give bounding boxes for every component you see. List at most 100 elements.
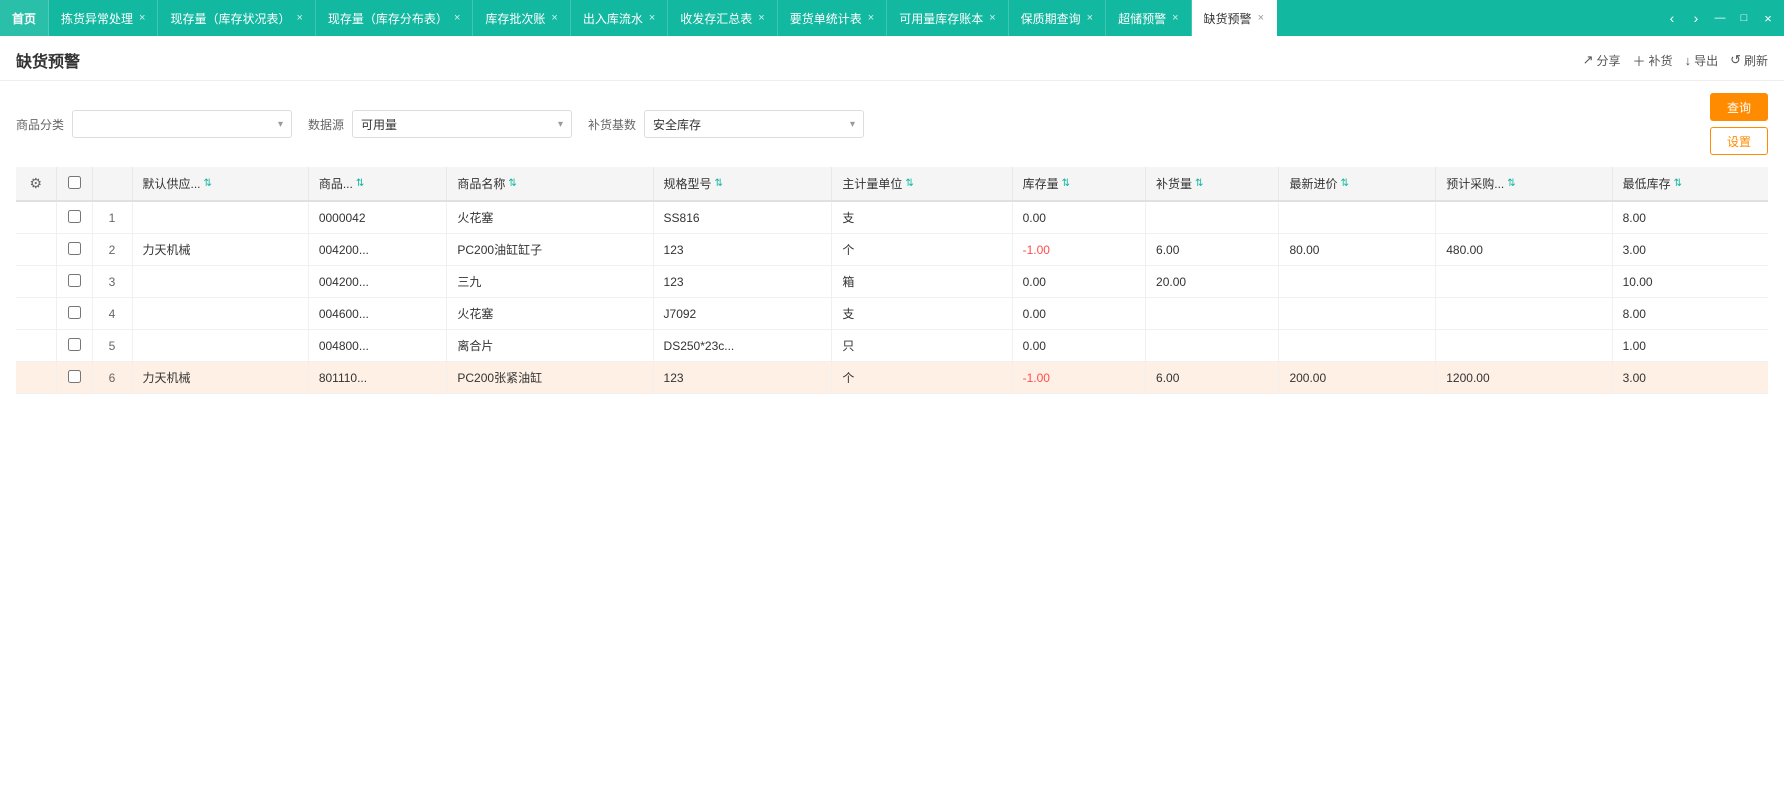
row-product-code-3: 004600... [308,298,447,330]
row-checkbox-3[interactable] [56,298,92,330]
row-stock-3: 0.00 [1012,298,1145,330]
th-gear[interactable]: ⚙ [16,167,56,201]
tab-exception[interactable]: 拣货异常处理 × [49,0,158,36]
th-unit[interactable]: 主计量单位 ⇅ [832,167,1012,201]
th-checkbox[interactable] [56,167,92,201]
tab-shortage[interactable]: 缺货预警 × [1192,0,1277,36]
page-header: 缺货预警 ↗ 分享 ＋ 补货 ↓ 导出 ↺ 刷新 [0,36,1784,81]
row-unit-1: 个 [832,234,1012,266]
row-select-checkbox-5[interactable] [68,370,81,383]
row-checkbox-0[interactable] [56,201,92,234]
share-action[interactable]: ↗ 分享 [1583,52,1621,69]
tab-expiry-query[interactable]: 保质期查询 × [1009,0,1106,36]
row-gear-2[interactable] [16,266,56,298]
tab-close-shortage[interactable]: × [1258,12,1264,24]
tab-batch-account[interactable]: 库存批次账 × [473,0,570,36]
row-checkbox-2[interactable] [56,266,92,298]
th-stock[interactable]: 库存量 ⇅ [1012,167,1145,201]
tab-available-ledger[interactable]: 可用量库存账本 × [887,0,1008,36]
tab-inventory-dist[interactable]: 现存量（库存分布表） × [316,0,473,36]
tab-close-overstock[interactable]: × [1172,12,1178,24]
filter-category-group: 商品分类 ▾ [16,110,292,138]
row-replenish-qty-0 [1146,201,1279,234]
tab-close-order-stats[interactable]: × [868,12,874,24]
tab-close-inventory-dist[interactable]: × [454,12,460,24]
tab-close-expiry-query[interactable]: × [1087,12,1093,24]
th-product-name[interactable]: 商品名称 ⇅ [447,167,653,201]
tab-close-exception[interactable]: × [139,12,145,24]
row-checkbox-4[interactable] [56,330,92,362]
th-index [92,167,132,201]
filter-category-select[interactable]: ▾ [72,110,292,138]
row-gear-4[interactable] [16,330,56,362]
query-button[interactable]: 查询 [1710,93,1768,121]
th-supplier[interactable]: 默认供应... ⇅ [132,167,308,201]
row-est-purchase-2 [1436,266,1612,298]
row-latest-price-3 [1279,298,1436,330]
th-min-stock[interactable]: 最低库存 ⇅ [1612,167,1768,201]
refresh-action[interactable]: ↺ 刷新 [1730,52,1768,69]
row-checkbox-5[interactable] [56,362,92,394]
row-latest-price-4 [1279,330,1436,362]
row-checkbox-1[interactable] [56,234,92,266]
tab-window-min[interactable]: — [1708,6,1732,30]
row-min-stock-0: 8.00 [1612,201,1768,234]
row-min-stock-1: 3.00 [1612,234,1768,266]
select-all-checkbox[interactable] [68,176,81,189]
sort-product-code-icon: ⇅ [356,178,364,189]
row-gear-1[interactable] [16,234,56,266]
filter-datasource-select[interactable]: 可用量 ▾ [352,110,572,138]
replenish-action[interactable]: ＋ 补货 [1633,51,1673,70]
row-replenish-qty-2: 20.00 [1146,266,1279,298]
filter-replenish-base-group: 补货基数 安全库存 ▾ [588,110,864,138]
tab-window-close[interactable]: × [1756,6,1780,30]
filter-replenish-base-value: 安全库存 [653,116,701,133]
row-index-3: 4 [92,298,132,330]
tab-window-max[interactable]: □ [1732,6,1756,30]
tab-inventory-status[interactable]: 现存量（库存状况表） × [158,0,315,36]
row-gear-5[interactable] [16,362,56,394]
gear-icon[interactable]: ⚙ [26,175,46,192]
th-replenish-qty[interactable]: 补货量 ⇅ [1146,167,1279,201]
tab-home[interactable]: 首页 [0,0,49,36]
tab-close-inventory-status[interactable]: × [296,12,302,24]
table-row: 2 力天机械 004200... PC200油缸缸子 123 个 -1.00 6… [16,234,1768,266]
row-product-name-1: PC200油缸缸子 [447,234,653,266]
tab-scroll-left[interactable]: ‹ [1660,6,1684,30]
export-action[interactable]: ↓ 导出 [1685,52,1719,69]
filter-datasource-value: 可用量 [361,116,397,133]
tab-overstock[interactable]: 超储预警 × [1106,0,1191,36]
row-supplier-3 [132,298,308,330]
row-select-checkbox-3[interactable] [68,306,81,319]
row-spec-2: 123 [653,266,832,298]
tab-close-collect-summary[interactable]: × [758,12,764,24]
tab-close-available-ledger[interactable]: × [989,12,995,24]
row-product-name-5: PC200张紧油缸 [447,362,653,394]
tab-collect-summary[interactable]: 收发存汇总表 × [668,0,777,36]
row-spec-5: 123 [653,362,832,394]
row-supplier-0 [132,201,308,234]
settings-button[interactable]: 设置 [1710,127,1768,155]
row-select-checkbox-0[interactable] [68,210,81,223]
th-product-code[interactable]: 商品... ⇅ [308,167,447,201]
sort-min-stock-icon: ⇅ [1674,178,1682,189]
row-select-checkbox-2[interactable] [68,274,81,287]
th-est-purchase[interactable]: 预计采购... ⇅ [1436,167,1612,201]
tab-order-stats[interactable]: 要货单统计表 × [778,0,887,36]
th-latest-price[interactable]: 最新进价 ⇅ [1279,167,1436,201]
filter-replenish-base-select[interactable]: 安全库存 ▾ [644,110,864,138]
tab-close-batch-account[interactable]: × [551,12,557,24]
tab-scroll-right[interactable]: › [1684,6,1708,30]
tab-inout-flow[interactable]: 出入库流水 × [571,0,668,36]
row-product-code-0: 0000042 [308,201,447,234]
row-est-purchase-0 [1436,201,1612,234]
row-gear-3[interactable] [16,298,56,330]
row-index-5: 6 [92,362,132,394]
row-select-checkbox-4[interactable] [68,338,81,351]
tab-close-inout-flow[interactable]: × [649,12,655,24]
row-gear-0[interactable] [16,201,56,234]
row-select-checkbox-1[interactable] [68,242,81,255]
row-latest-price-2 [1279,266,1436,298]
th-spec[interactable]: 规格型号 ⇅ [653,167,832,201]
row-unit-4: 只 [832,330,1012,362]
